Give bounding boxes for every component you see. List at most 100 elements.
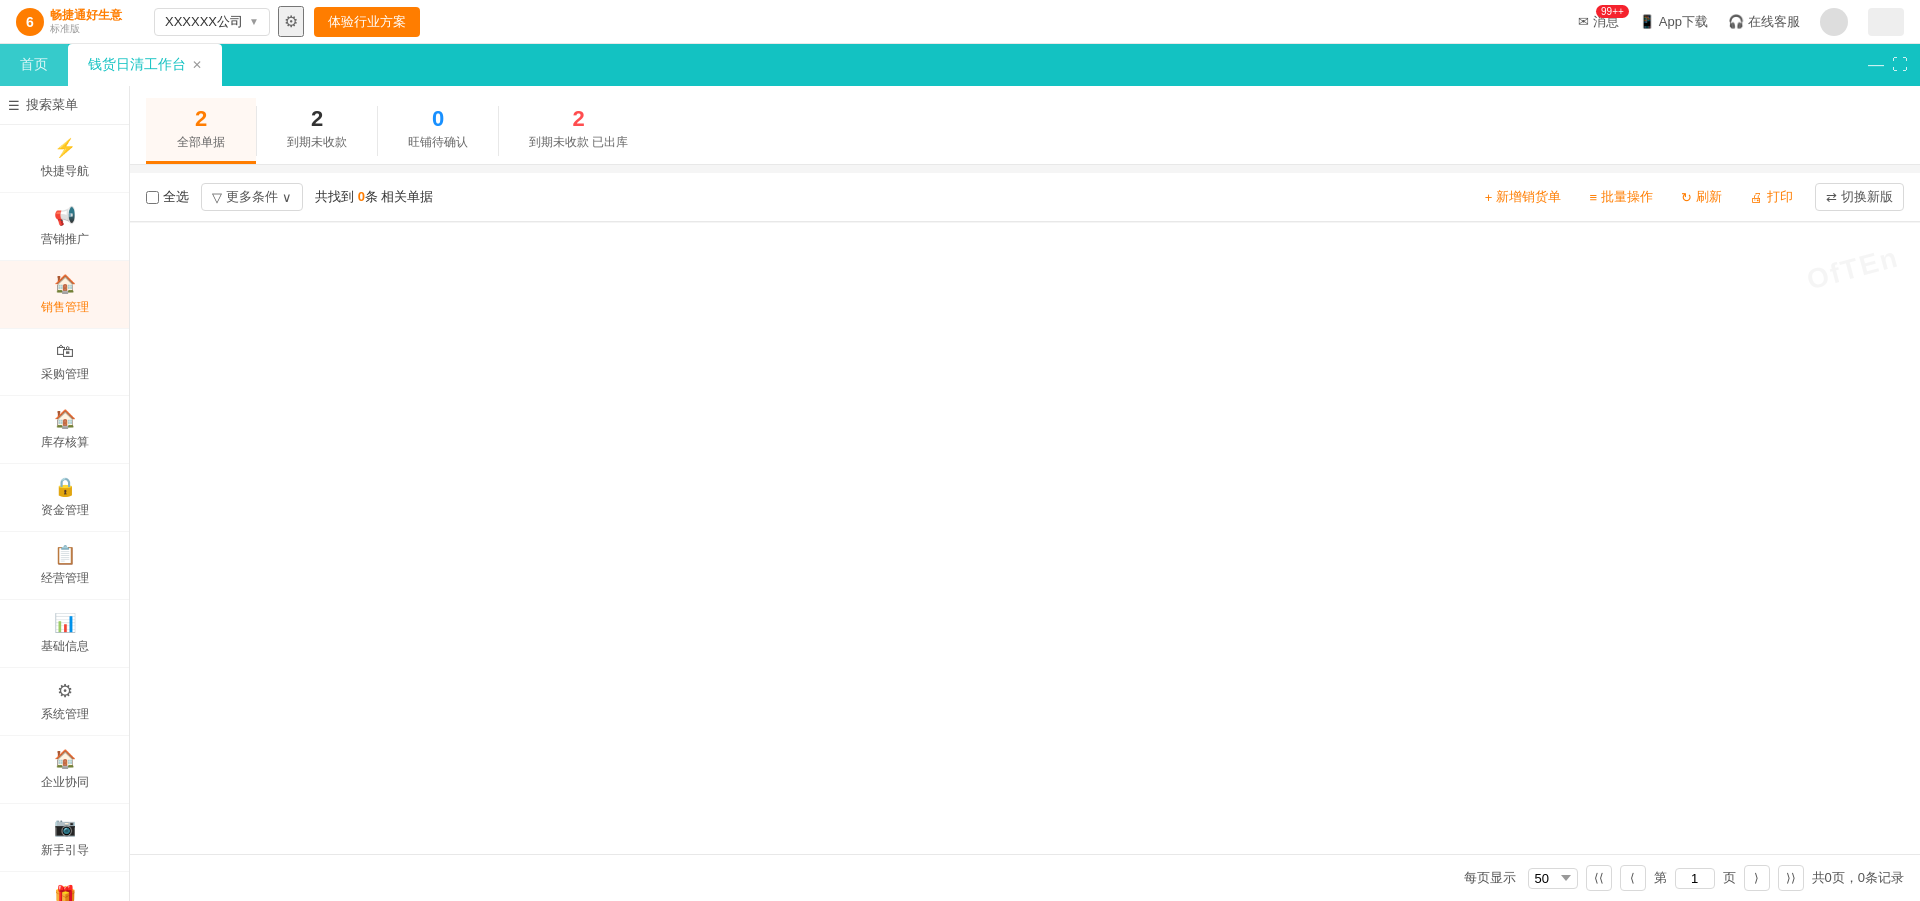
settings-button[interactable]: ⚙ <box>278 6 304 37</box>
next-page-button[interactable]: ⟩ <box>1744 865 1770 891</box>
stat-tab-wangpu[interactable]: 0 旺铺待确认 <box>378 98 498 164</box>
app-download-button[interactable]: 📱 App下载 <box>1639 13 1708 31</box>
sidebar-item-marketing[interactable]: 📢 营销推广 <box>0 193 129 261</box>
app-center-icon: 🎁 <box>54 884 76 901</box>
company-selector[interactable]: XXXXXX公司 ▼ <box>154 8 270 36</box>
maximize-tab-button[interactable]: ⛶ <box>1892 56 1908 74</box>
prev-page-button[interactable]: ⟨ <box>1620 865 1646 891</box>
message-icon: ✉ <box>1578 14 1589 29</box>
sidebar-item-purchase-label: 采购管理 <box>41 366 89 383</box>
sidebar-item-newbie[interactable]: 📷 新手引导 <box>0 804 129 872</box>
last-page-button[interactable]: ⟩⟩ <box>1778 865 1804 891</box>
pagination: 每页显示 50 10 20 100 ⟨⟨ ⟨ 第 页 ⟩ ⟩⟩ 共0页，0条记录 <box>130 854 1920 901</box>
stat-shipped-number: 2 <box>573 106 585 132</box>
sidebar-item-finance-label: 资金管理 <box>41 502 89 519</box>
first-page-button[interactable]: ⟨⟨ <box>1586 865 1612 891</box>
sidebar-item-purchase[interactable]: 🛍 采购管理 <box>0 329 129 396</box>
count-number: 0 <box>358 189 365 204</box>
watermark: OfTEn <box>1803 242 1902 297</box>
page-size-label: 每页显示 <box>1464 869 1516 887</box>
count-text: 共找到 0条 相关单据 <box>315 188 433 206</box>
switch-icon: ⇄ <box>1826 190 1837 205</box>
page-size-select[interactable]: 50 10 20 100 <box>1528 868 1578 889</box>
print-button[interactable]: 🖨 打印 <box>1744 184 1799 210</box>
online-service-button[interactable]: 🎧 在线客服 <box>1728 13 1800 31</box>
close-tab-icon[interactable]: ✕ <box>192 58 202 72</box>
sidebar-item-operations[interactable]: 📋 经营管理 <box>0 532 129 600</box>
sidebar-item-enterprise[interactable]: 🏠 企业协同 <box>0 736 129 804</box>
base-info-icon: 📊 <box>54 612 76 634</box>
refresh-label: 刷新 <box>1696 188 1722 206</box>
trial-button[interactable]: 体验行业方案 <box>314 7 420 37</box>
messages-button[interactable]: ✉ 消息 99+ <box>1578 13 1619 31</box>
switch-version-button[interactable]: ⇄ 切换新版 <box>1815 183 1904 211</box>
table-area: OfTEn <box>130 223 1920 854</box>
operations-icon: 📋 <box>54 544 76 566</box>
stat-tab-shipped[interactable]: 2 到期未收款 已出库 <box>499 98 658 164</box>
batch-icon: ≡ <box>1589 190 1597 205</box>
inventory-icon: 🏠 <box>54 408 76 430</box>
sidebar: ☰ 搜索菜单 ⚡ 快捷导航 📢 营销推广 🏠 销售管理 🛍 采购管理 🏠 库存核… <box>0 86 130 901</box>
page-text: 第 <box>1654 869 1667 887</box>
sidebar-item-enterprise-label: 企业协同 <box>41 774 89 791</box>
sidebar-item-sales[interactable]: 🏠 销售管理 <box>0 261 129 329</box>
print-icon: 🖨 <box>1750 190 1763 205</box>
sidebar-item-quick-nav[interactable]: ⚡ 快捷导航 <box>0 125 129 193</box>
stat-tab-all[interactable]: 2 全部单据 <box>146 98 256 164</box>
headset-icon: 🎧 <box>1728 14 1744 29</box>
tab-home[interactable]: 首页 <box>0 44 68 86</box>
sidebar-item-base-info[interactable]: 📊 基础信息 <box>0 600 129 668</box>
stat-all-label: 全部单据 <box>177 134 225 151</box>
tab-home-label: 首页 <box>20 56 48 74</box>
select-all-input[interactable] <box>146 191 159 204</box>
phone-icon: 📱 <box>1639 14 1655 29</box>
content-area: 2 全部单据 2 到期未收款 0 旺铺待确认 2 到期未收款 已出库 <box>130 86 1920 901</box>
enterprise-icon: 🏠 <box>54 748 76 770</box>
batch-operation-button[interactable]: ≡ 批量操作 <box>1583 184 1659 210</box>
stat-wangpu-number: 0 <box>432 106 444 132</box>
sidebar-item-app-center[interactable]: 🎁 应用中心 <box>0 872 129 901</box>
stat-overdue-label: 到期未收款 <box>287 134 347 151</box>
total-text: 共0页，0条记录 <box>1812 869 1904 887</box>
logo-main-text: 畅捷通好生意 <box>50 8 122 22</box>
filter-arrow-icon: ∨ <box>282 190 292 205</box>
select-all-checkbox[interactable]: 全选 <box>146 188 189 206</box>
batch-label: 批量操作 <box>1601 188 1653 206</box>
nav-tabs-right: — ⛶ <box>1868 56 1920 74</box>
stats-tabs: 2 全部单据 2 到期未收款 0 旺铺待确认 2 到期未收款 已出库 <box>130 86 1920 165</box>
stat-all-number: 2 <box>195 106 207 132</box>
page-number-input[interactable] <box>1675 868 1715 889</box>
avatar[interactable] <box>1820 8 1848 36</box>
sidebar-item-system-label: 系统管理 <box>41 706 89 723</box>
sidebar-item-operations-label: 经营管理 <box>41 570 89 587</box>
top-header: 6 畅捷通好生意 标准版 XXXXXX公司 ▼ ⚙ 体验行业方案 ✉ 消息 99… <box>0 0 1920 44</box>
marketing-icon: 📢 <box>54 205 76 227</box>
add-sales-order-button[interactable]: + 新增销货单 <box>1479 184 1568 210</box>
finance-icon: 🔒 <box>54 476 76 498</box>
stat-overdue-number: 2 <box>311 106 323 132</box>
nav-tabs-bar: 首页 钱货日清工作台 ✕ — ⛶ <box>0 44 1920 86</box>
minimize-tab-button[interactable]: — <box>1868 56 1884 74</box>
purchase-icon: 🛍 <box>56 341 74 362</box>
stat-tab-overdue[interactable]: 2 到期未收款 <box>257 98 377 164</box>
sidebar-item-base-info-label: 基础信息 <box>41 638 89 655</box>
chevron-down-icon: ▼ <box>249 16 259 27</box>
sidebar-item-finance[interactable]: 🔒 资金管理 <box>0 464 129 532</box>
company-name: XXXXXX公司 <box>165 13 243 31</box>
header-right: ✉ 消息 99+ 📱 App下载 🎧 在线客服 <box>1578 8 1904 36</box>
app-download-label: App下载 <box>1659 13 1708 31</box>
search-menu-button[interactable]: ☰ 搜索菜单 <box>0 86 129 125</box>
search-icon: ☰ <box>8 98 20 113</box>
sidebar-item-system[interactable]: ⚙ 系统管理 <box>0 668 129 736</box>
stat-shipped-label: 到期未收款 已出库 <box>529 134 628 151</box>
user-menu[interactable] <box>1868 8 1904 36</box>
online-service-label: 在线客服 <box>1748 13 1800 31</box>
tab-qianhuoriqing[interactable]: 钱货日清工作台 ✕ <box>68 44 222 86</box>
sidebar-item-inventory-label: 库存核算 <box>41 434 89 451</box>
sidebar-item-inventory[interactable]: 🏠 库存核算 <box>0 396 129 464</box>
stat-wangpu-label: 旺铺待确认 <box>408 134 468 151</box>
sidebar-item-marketing-label: 营销推广 <box>41 231 89 248</box>
sales-icon: 🏠 <box>54 273 76 295</box>
refresh-button[interactable]: ↻ 刷新 <box>1675 184 1728 210</box>
filter-button[interactable]: ▽ 更多条件 ∨ <box>201 183 303 211</box>
